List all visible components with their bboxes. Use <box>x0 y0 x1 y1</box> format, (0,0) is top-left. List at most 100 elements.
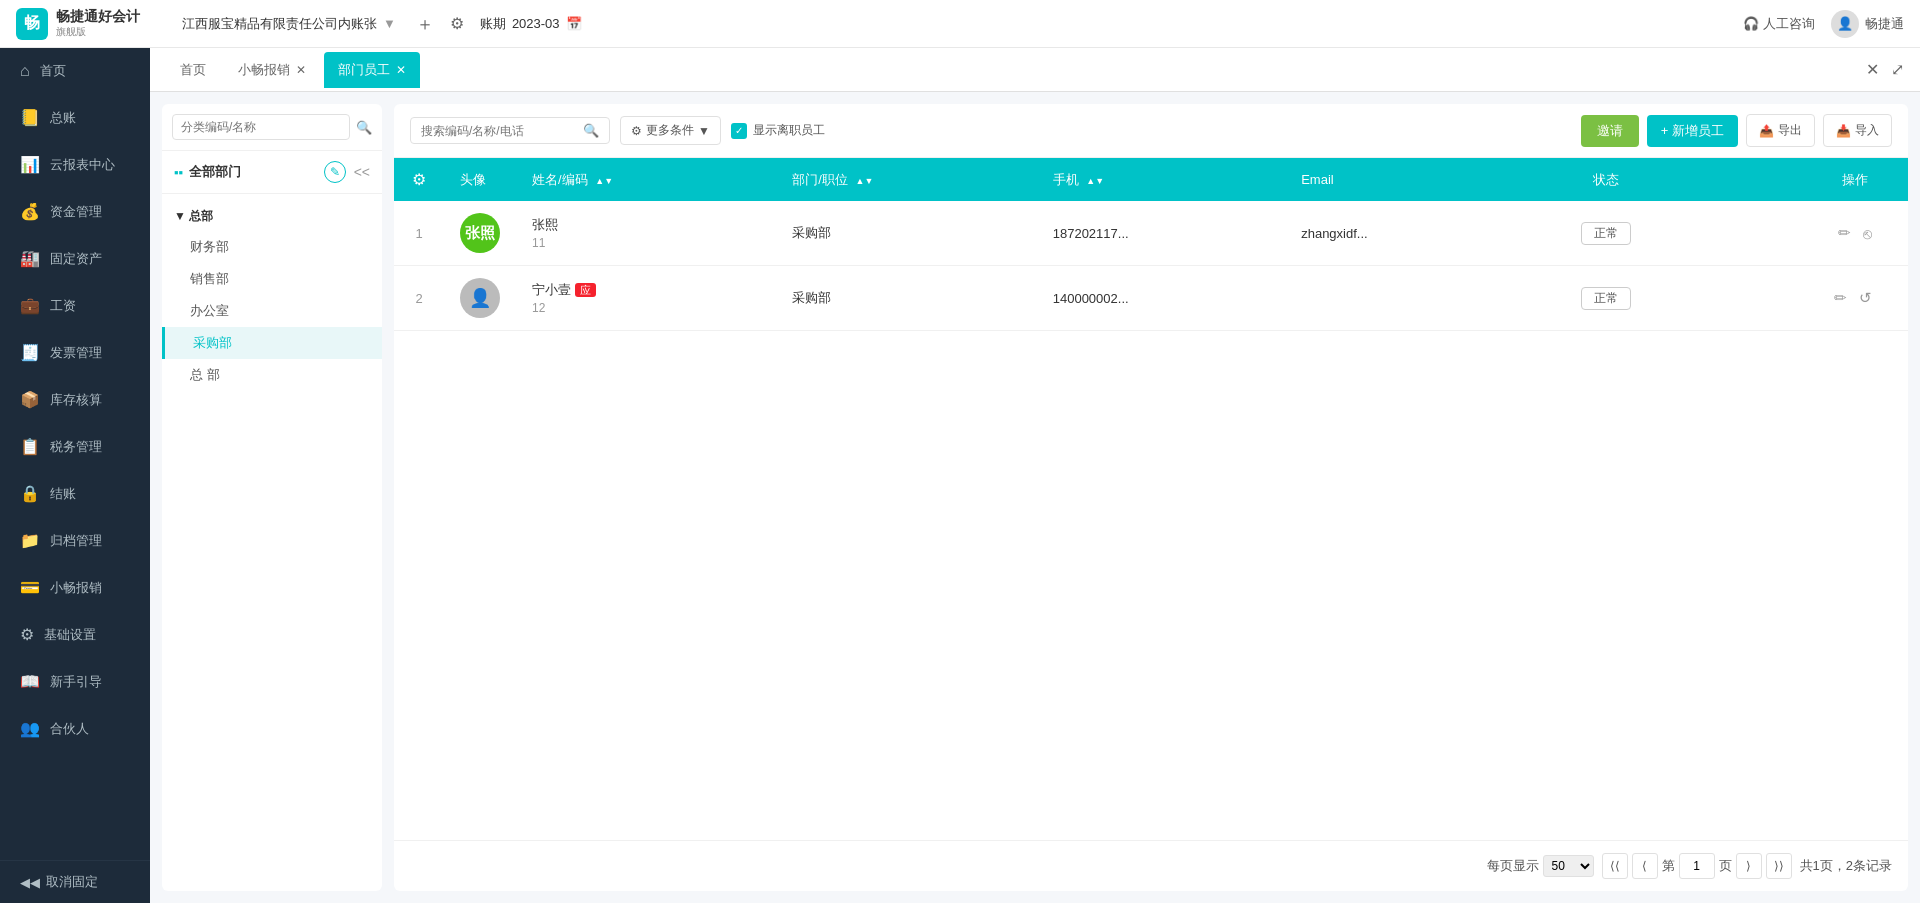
sidebar-item-label: 首页 <box>40 62 66 80</box>
filter-chevron-icon: ▼ <box>698 124 710 138</box>
dept-item-finance[interactable]: 财务部 <box>162 231 382 263</box>
employee-avatar: 👤 <box>460 278 500 318</box>
col-name-label: 姓名/编码 <box>532 172 588 187</box>
row-email-cell: zhangxidf... <box>1285 201 1512 266</box>
export-icon: 📤 <box>1759 124 1774 138</box>
topbar-actions: ＋ ⚙ 账期 2023-03 📅 <box>416 12 582 36</box>
page-prev-btn[interactable]: ⟨ <box>1632 853 1658 879</box>
sidebar-item-tax[interactable]: 📋 税务管理 <box>0 423 150 470</box>
per-page-label: 每页显示 <box>1487 857 1539 875</box>
period-selector[interactable]: 账期 2023-03 📅 <box>480 15 582 33</box>
show-resigned-checkbox[interactable]: ✓ <box>731 123 747 139</box>
invite-btn[interactable]: 邀请 <box>1581 115 1639 147</box>
import-btn[interactable]: 📥 导入 <box>1823 114 1892 147</box>
dept-item-sales[interactable]: 销售部 <box>162 263 382 295</box>
sidebar-item-ledger[interactable]: 📒 总账 <box>0 94 150 141</box>
add-employee-btn[interactable]: + 新增员工 <box>1647 115 1738 147</box>
dept-all-text: 全部部门 <box>189 163 241 181</box>
logo-text-block: 畅捷通好会计 旗舰版 <box>56 8 140 39</box>
dept-grid-icon: ▪▪ <box>174 165 183 180</box>
col-name-sort: ▲▼ <box>595 176 613 186</box>
payroll-icon: 💼 <box>20 296 40 315</box>
per-page-dropdown[interactable]: 50 10 20 100 <box>1543 855 1594 877</box>
tab-employee[interactable]: 部门员工 ✕ <box>324 52 420 88</box>
edit-icon[interactable]: ✏ <box>1838 224 1851 242</box>
layout: ⌂ 首页 📒 总账 📊 云报表中心 💰 资金管理 🏭 固定资产 💼 工资 🧾 发… <box>0 0 1920 903</box>
dept-all-label: ▪▪ 全部部门 <box>174 163 241 181</box>
reports-icon: 📊 <box>20 155 40 174</box>
sidebar-item-label: 归档管理 <box>50 532 102 550</box>
export-btn[interactable]: 📤 导出 <box>1746 114 1815 147</box>
employee-search-icon[interactable]: 🔍 <box>583 123 599 138</box>
col-name[interactable]: 姓名/编码 ▲▼ <box>516 158 776 201</box>
row-name-cell: 张熙 11 <box>516 201 776 266</box>
settings-icon[interactable]: ⚙ <box>450 14 464 33</box>
tab-expand-btn[interactable]: ⤢ <box>1891 60 1904 79</box>
tab-expense[interactable]: 小畅报销 ✕ <box>224 52 320 88</box>
dept-expand-icon: ▼ <box>174 209 189 223</box>
page-first-btn[interactable]: ⟨⟨ <box>1602 853 1628 879</box>
logo-subtitle: 旗舰版 <box>56 25 140 39</box>
employee-search-box: 🔍 <box>410 117 610 144</box>
add-icon[interactable]: ＋ <box>416 12 434 36</box>
tab-expense-label: 小畅报销 <box>238 61 290 79</box>
dept-add-icon[interactable]: ✎ <box>324 161 346 183</box>
filter-btn[interactable]: ⚙ 更多条件 ▼ <box>620 116 721 145</box>
tab-employee-close[interactable]: ✕ <box>396 63 406 77</box>
guide-icon: 📖 <box>20 672 40 691</box>
dept-item-office[interactable]: 办公室 <box>162 295 382 327</box>
sidebar-item-expense[interactable]: 💳 小畅报销 <box>0 564 150 611</box>
total-label: 共1页，2条记录 <box>1800 857 1892 875</box>
unpin-btn[interactable]: ◀◀ 取消固定 <box>0 860 150 903</box>
sidebar-item-invoice[interactable]: 🧾 发票管理 <box>0 329 150 376</box>
page-prefix: 第 <box>1662 857 1675 875</box>
sidebar-item-reports[interactable]: 📊 云报表中心 <box>0 141 150 188</box>
more-icon[interactable]: ↺ <box>1859 289 1872 307</box>
show-resigned-toggle[interactable]: ✓ 显示离职员工 <box>731 122 825 139</box>
sidebar-item-inventory[interactable]: 📦 库存核算 <box>0 376 150 423</box>
import-label: 导入 <box>1855 122 1879 139</box>
company-selector[interactable]: 江西服宝精品有限责任公司内账张 ▼ <box>182 15 396 33</box>
row-num: 1 <box>394 201 444 266</box>
logo: 畅 畅捷通好会计 旗舰版 <box>16 8 166 40</box>
sidebar-item-home[interactable]: ⌂ 首页 <box>0 48 150 94</box>
service-btn[interactable]: 🎧 人工咨询 <box>1743 15 1815 33</box>
col-avatar: 头像 <box>444 158 516 201</box>
sidebar-item-assets[interactable]: 🏭 固定资产 <box>0 235 150 282</box>
sidebar-item-archive[interactable]: 📁 归档管理 <box>0 517 150 564</box>
sidebar-item-label: 发票管理 <box>50 344 102 362</box>
page-next-btn[interactable]: ⟩ <box>1736 853 1762 879</box>
employee-search-input[interactable] <box>421 124 583 138</box>
dept-item-general[interactable]: 总 部 <box>162 359 382 391</box>
sidebar-item-close[interactable]: 🔒 结账 <box>0 470 150 517</box>
tab-home[interactable]: 首页 <box>166 52 220 88</box>
more-icon[interactable]: ⎋ <box>1863 225 1872 242</box>
tab-close-all-btn[interactable]: ✕ <box>1866 60 1879 79</box>
row-avatar-cell: 👤 <box>444 266 516 331</box>
sidebar-item-settings[interactable]: ⚙ 基础设置 <box>0 611 150 658</box>
sidebar-item-partner[interactable]: 👥 合伙人 <box>0 705 150 752</box>
dept-item-purchase[interactable]: 采购部 <box>162 327 382 359</box>
dept-panel: 🔍 ▪▪ 全部部门 ✎ << ▼ 总部 <box>162 104 382 891</box>
sidebar-item-guide[interactable]: 📖 新手引导 <box>0 658 150 705</box>
col-phone[interactable]: 手机 ▲▼ <box>1037 158 1285 201</box>
dept-search-input[interactable] <box>172 114 350 140</box>
page-number-input[interactable] <box>1679 853 1715 879</box>
col-dept[interactable]: 部门/职位 ▲▼ <box>776 158 1036 201</box>
dept-search-icon[interactable]: 🔍 <box>356 120 372 135</box>
user-menu[interactable]: 👤 畅捷通 <box>1831 10 1904 38</box>
page-last-btn[interactable]: ⟩⟩ <box>1766 853 1792 879</box>
dept-collapse-btn[interactable]: << <box>354 164 370 180</box>
edit-icon[interactable]: ✏ <box>1834 289 1847 307</box>
tab-expense-close[interactable]: ✕ <box>296 63 306 77</box>
col-settings[interactable]: ⚙ <box>394 158 444 201</box>
sidebar-item-payroll[interactable]: 💼 工资 <box>0 282 150 329</box>
dept-search: 🔍 <box>162 104 382 151</box>
row-phone-cell: 187202117... <box>1037 201 1285 266</box>
user-name: 畅捷通 <box>1865 15 1904 33</box>
sidebar-item-funds[interactable]: 💰 资金管理 <box>0 188 150 235</box>
col-status-label: 状态 <box>1593 172 1619 187</box>
filter-label: 更多条件 <box>646 122 694 139</box>
expense-icon: 💳 <box>20 578 40 597</box>
col-avatar-label: 头像 <box>460 172 486 187</box>
